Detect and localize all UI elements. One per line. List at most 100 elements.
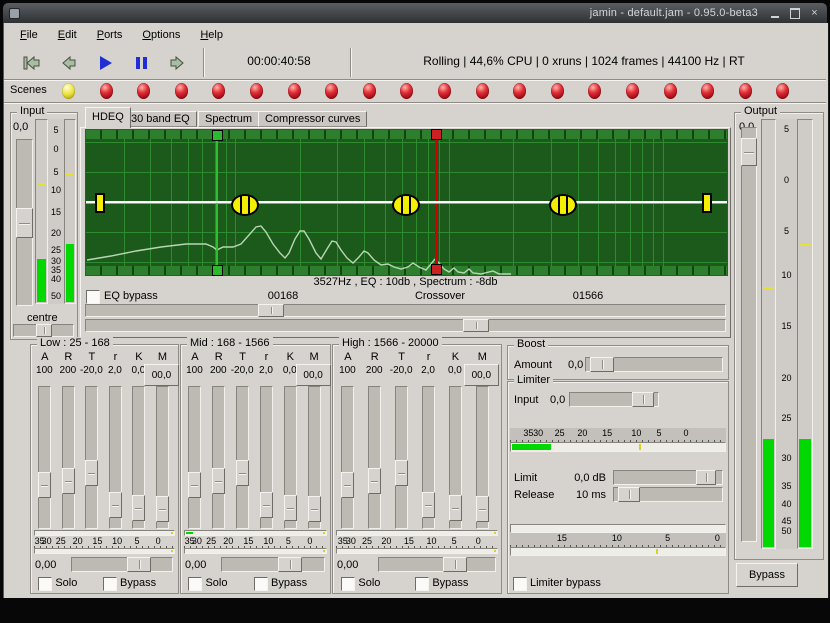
release-slider[interactable] bbox=[368, 386, 381, 529]
makeup-display[interactable]: 00,0 bbox=[296, 364, 331, 386]
scene-led[interactable] bbox=[626, 83, 639, 99]
crossover-low-handle-bottom[interactable] bbox=[212, 265, 223, 276]
tab-compressor-curves[interactable]: Compressor curves bbox=[258, 111, 367, 127]
menu-help[interactable]: Help bbox=[190, 26, 233, 44]
band-gain-slider[interactable] bbox=[221, 557, 325, 572]
slider-handle[interactable] bbox=[449, 495, 462, 521]
slider-handle[interactable] bbox=[127, 557, 151, 572]
scene-led[interactable] bbox=[438, 83, 451, 99]
slider-handle[interactable] bbox=[85, 460, 98, 486]
crossover-low-slider[interactable] bbox=[85, 304, 726, 317]
scene-led[interactable] bbox=[739, 83, 752, 99]
slider-handle[interactable] bbox=[156, 496, 169, 522]
step-back-button[interactable] bbox=[53, 49, 85, 76]
tab-30-band-eq[interactable]: 30 band EQ bbox=[124, 111, 197, 127]
makeup-display[interactable]: 00,0 bbox=[464, 364, 499, 386]
hdeq-display[interactable] bbox=[85, 129, 728, 276]
scene-led[interactable] bbox=[100, 83, 113, 99]
attack-slider[interactable] bbox=[188, 386, 201, 529]
bypass-checkbox[interactable] bbox=[415, 577, 429, 591]
slider-handle[interactable] bbox=[212, 468, 225, 494]
slider-handle[interactable] bbox=[38, 472, 51, 498]
title-bar[interactable]: jamin - default.jam - 0.95.0-beta3 × bbox=[3, 3, 827, 23]
makeup-slider[interactable] bbox=[156, 386, 169, 529]
threshold-slider[interactable] bbox=[85, 386, 98, 529]
slider-handle[interactable] bbox=[278, 557, 302, 572]
boost-amount-slider[interactable] bbox=[585, 357, 723, 372]
crossover-high-slider-handle[interactable] bbox=[463, 319, 489, 332]
slider-handle[interactable] bbox=[618, 487, 640, 502]
ratio-slider[interactable] bbox=[109, 386, 122, 529]
scene-led[interactable] bbox=[175, 83, 188, 99]
slider-handle[interactable] bbox=[236, 460, 249, 486]
eq-handle[interactable] bbox=[95, 193, 105, 213]
menu-file[interactable]: File bbox=[10, 26, 48, 44]
input-gain-slider-handle[interactable] bbox=[16, 208, 33, 238]
ratio-slider[interactable] bbox=[422, 386, 435, 529]
scene-led[interactable] bbox=[776, 83, 789, 99]
slider-handle[interactable] bbox=[395, 460, 408, 486]
scene-led[interactable] bbox=[137, 83, 150, 99]
output-gain-slider[interactable] bbox=[741, 127, 757, 542]
scene-led[interactable] bbox=[513, 83, 526, 99]
crossover-low-handle-top[interactable] bbox=[212, 130, 223, 141]
bypass-checkbox[interactable] bbox=[103, 577, 117, 591]
release-slider[interactable] bbox=[62, 386, 75, 529]
limiter-bypass-checkbox[interactable] bbox=[513, 577, 527, 591]
attack-slider[interactable] bbox=[341, 386, 354, 529]
slider-handle[interactable] bbox=[308, 496, 321, 522]
scene-led[interactable] bbox=[588, 83, 601, 99]
release-slider[interactable] bbox=[212, 386, 225, 529]
slider-handle[interactable] bbox=[422, 492, 435, 518]
close-button[interactable]: × bbox=[808, 7, 821, 20]
limiter-input-slider[interactable] bbox=[569, 392, 659, 407]
scene-led[interactable] bbox=[212, 83, 225, 99]
attack-slider[interactable] bbox=[38, 386, 51, 529]
slider-handle[interactable] bbox=[341, 472, 354, 498]
slider-handle[interactable] bbox=[284, 495, 297, 521]
centre-slider[interactable] bbox=[13, 324, 74, 337]
makeup-slider[interactable] bbox=[476, 386, 489, 529]
ratio-slider[interactable] bbox=[260, 386, 273, 529]
solo-checkbox[interactable] bbox=[341, 577, 355, 591]
release-slider[interactable] bbox=[613, 487, 723, 502]
output-gain-slider-handle[interactable] bbox=[741, 138, 757, 166]
slider-handle[interactable] bbox=[109, 492, 122, 518]
scene-led[interactable] bbox=[664, 83, 677, 99]
crossover-low-slider-handle[interactable] bbox=[258, 304, 284, 317]
slider-handle[interactable] bbox=[62, 468, 75, 494]
menu-options[interactable]: Options bbox=[132, 26, 190, 44]
knee-slider[interactable] bbox=[449, 386, 462, 529]
maximize-button[interactable] bbox=[788, 7, 801, 20]
crossover-high-handle-bottom[interactable] bbox=[431, 264, 442, 275]
eq-handle[interactable] bbox=[702, 193, 712, 213]
crossover-high-handle-top[interactable] bbox=[431, 129, 442, 140]
play-button[interactable] bbox=[89, 49, 121, 76]
eq-handle[interactable] bbox=[392, 194, 420, 216]
pause-button[interactable] bbox=[125, 49, 157, 76]
crossover-high-slider[interactable] bbox=[85, 319, 726, 332]
minimize-button[interactable] bbox=[768, 7, 781, 20]
scene-led[interactable] bbox=[476, 83, 489, 99]
makeup-slider[interactable] bbox=[308, 386, 321, 529]
eq-handle[interactable] bbox=[549, 194, 577, 216]
input-gain-slider[interactable] bbox=[16, 139, 33, 306]
eq-handle[interactable] bbox=[231, 194, 259, 216]
scene-led[interactable] bbox=[400, 83, 413, 99]
tab-hdeq[interactable]: HDEQ bbox=[85, 107, 131, 128]
slider-handle[interactable] bbox=[632, 392, 654, 407]
rewind-start-button[interactable] bbox=[16, 49, 48, 76]
solo-checkbox[interactable] bbox=[188, 577, 202, 591]
knee-slider[interactable] bbox=[284, 386, 297, 529]
output-bypass-button[interactable]: Bypass bbox=[736, 563, 798, 587]
menu-edit[interactable]: Edit bbox=[48, 26, 87, 44]
scene-led[interactable] bbox=[701, 83, 714, 99]
scene-led[interactable] bbox=[363, 83, 376, 99]
slider-handle[interactable] bbox=[368, 468, 381, 494]
slider-handle[interactable] bbox=[590, 357, 614, 372]
slider-handle[interactable] bbox=[476, 496, 489, 522]
scene-led-active[interactable] bbox=[62, 83, 75, 99]
band-gain-slider[interactable] bbox=[71, 557, 173, 572]
band-gain-slider[interactable] bbox=[378, 557, 496, 572]
threshold-slider[interactable] bbox=[395, 386, 408, 529]
